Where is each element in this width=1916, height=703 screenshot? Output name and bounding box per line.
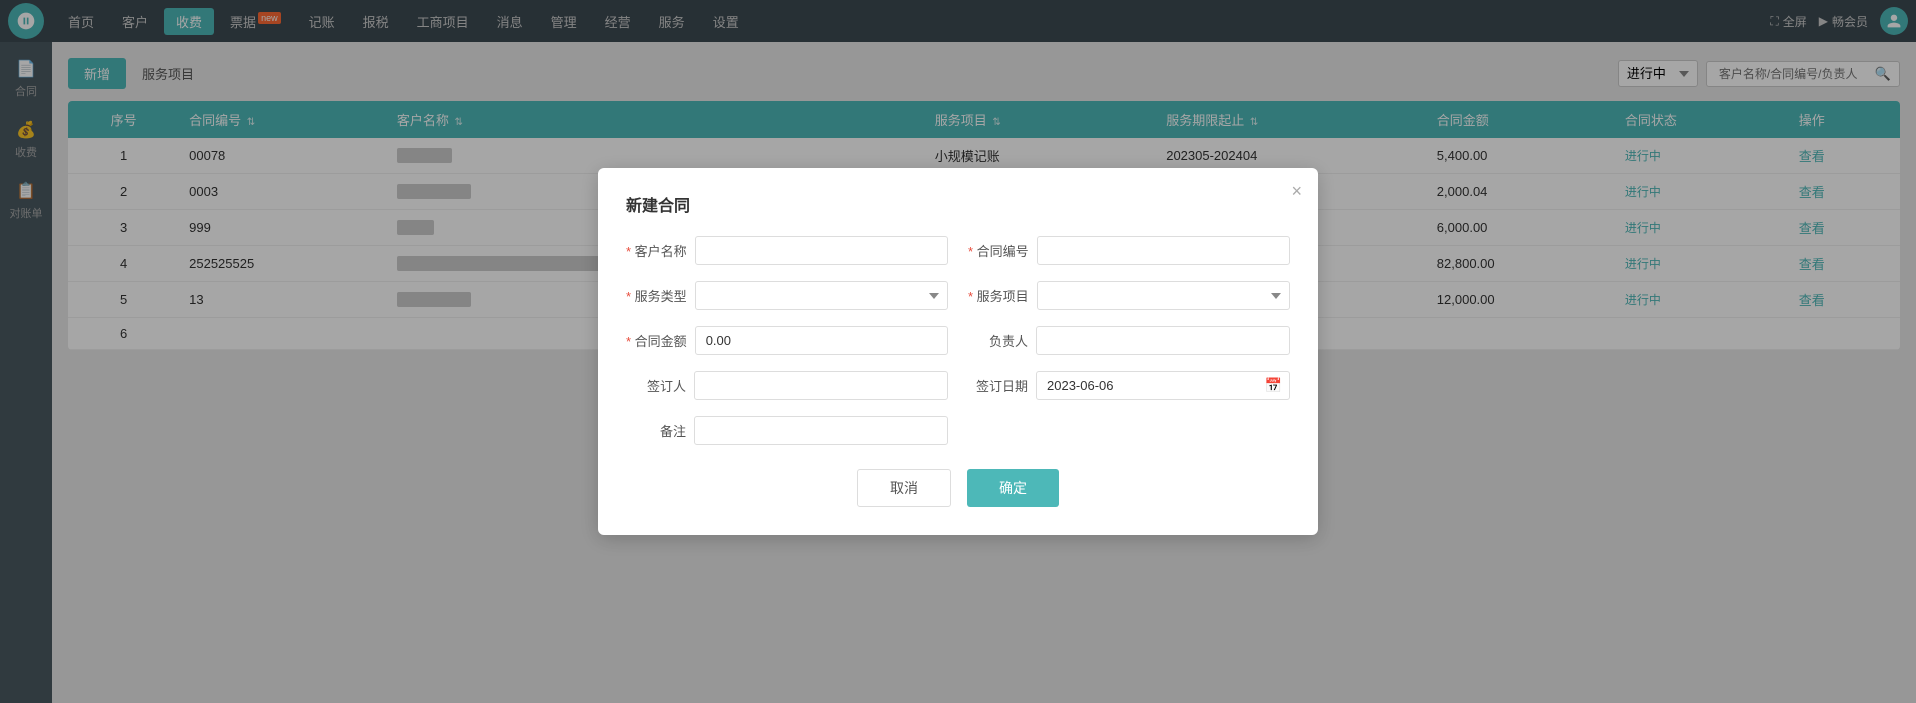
- signer-label: 签订人: [626, 376, 686, 395]
- new-contract-modal: 新建合同 × 客户名称 合同编号 服务类型: [598, 168, 1318, 535]
- form-row-1: 客户名称 合同编号: [626, 236, 1290, 265]
- contract-no-input[interactable]: [1037, 236, 1290, 265]
- contract-no-label: 合同编号: [968, 241, 1029, 260]
- field-service-item: 服务项目: [968, 281, 1290, 310]
- form-row-5: 备注: [626, 416, 1290, 445]
- customer-name-input[interactable]: [695, 236, 948, 265]
- service-item-select-wrap: [1037, 281, 1290, 310]
- service-type-select[interactable]: [695, 281, 948, 310]
- notes-input[interactable]: [694, 416, 948, 445]
- modal-overlay: 新建合同 × 客户名称 合同编号 服务类型: [0, 0, 1916, 703]
- field-amount: 合同金额: [626, 326, 948, 355]
- signer-input[interactable]: [694, 371, 948, 400]
- notes-label: 备注: [626, 421, 686, 440]
- form-row-4: 签订人 签订日期 📅: [626, 371, 1290, 400]
- service-type-select-wrap: [695, 281, 948, 310]
- person-in-charge-input[interactable]: [1036, 326, 1290, 355]
- form-row-3: 合同金额 负责人: [626, 326, 1290, 355]
- field-signer: 签订人: [626, 371, 948, 400]
- field-sign-date: 签订日期 📅: [968, 371, 1290, 400]
- sign-date-input[interactable]: [1036, 371, 1290, 400]
- cancel-button[interactable]: 取消: [857, 469, 951, 507]
- service-type-label: 服务类型: [626, 286, 687, 305]
- field-notes: 备注: [626, 416, 948, 445]
- amount-input[interactable]: [695, 326, 948, 355]
- confirm-button[interactable]: 确定: [967, 469, 1059, 507]
- field-contract-no: 合同编号: [968, 236, 1290, 265]
- close-button[interactable]: ×: [1291, 182, 1302, 200]
- field-customer-name: 客户名称: [626, 236, 948, 265]
- service-item-select[interactable]: [1037, 281, 1290, 310]
- person-in-charge-label: 负责人: [968, 331, 1028, 350]
- modal-footer: 取消 确定: [626, 469, 1290, 507]
- sign-date-label: 签订日期: [968, 376, 1028, 395]
- field-service-type: 服务类型: [626, 281, 948, 310]
- customer-name-label: 客户名称: [626, 241, 687, 260]
- service-item-label: 服务项目: [968, 286, 1029, 305]
- amount-label: 合同金额: [626, 331, 687, 350]
- date-input-wrap: 📅: [1036, 371, 1290, 400]
- field-person-in-charge: 负责人: [968, 326, 1290, 355]
- modal-title: 新建合同: [626, 192, 1290, 216]
- form-row-2: 服务类型 服务项目: [626, 281, 1290, 310]
